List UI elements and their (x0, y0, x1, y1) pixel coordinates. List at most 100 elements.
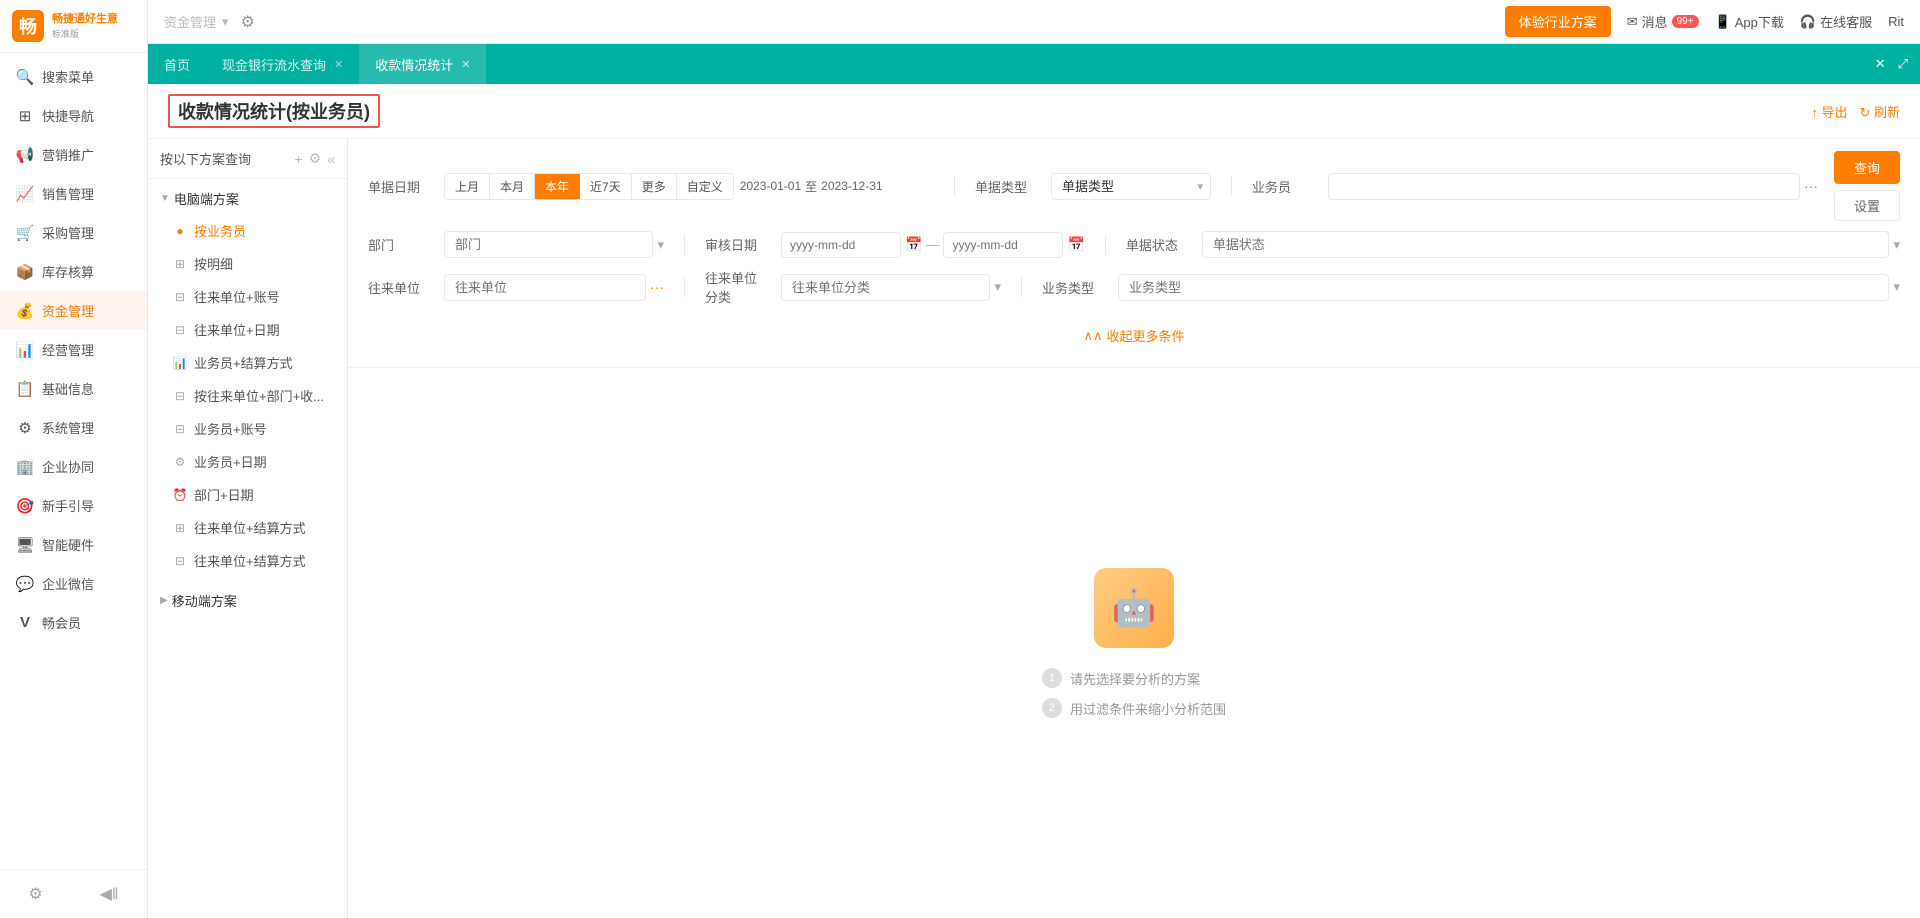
date-tab-this-year[interactable]: 本年 (535, 174, 580, 199)
scheme-item-salesperson-calc[interactable]: 📊 业务员+结算方式 (148, 346, 347, 379)
scheme-item-salesperson-date[interactable]: ⚙ 业务员+日期 (148, 445, 347, 478)
tabbar: 首页 现金银行流水查询 ✕ 收款情况统计 ✕ ✕ ⤢ (148, 44, 1920, 84)
sidebar-item-marketing[interactable]: 📢 营销推广 (0, 135, 147, 174)
scheme-item-unit-dept-receipt[interactable]: ⊟ 按往来单位+部门+收... (148, 379, 347, 412)
sp-account-icon: ⊟ (172, 421, 188, 437)
app-download-btn[interactable]: 📱 App下载 (1715, 12, 1784, 31)
hardware-icon: 🖥 (16, 536, 34, 554)
scheme-group-mobile-title[interactable]: ▶ 移动端方案 (148, 585, 347, 616)
sidebar-item-inventory[interactable]: 📦 库存核算 (0, 252, 147, 291)
tab-home[interactable]: 首页 (148, 44, 206, 84)
dept-input[interactable] (444, 231, 653, 258)
sidebar-item-search-menu[interactable]: 🔍 搜索菜单 (0, 57, 147, 96)
sidebar-item-wechat[interactable]: 💬 企业微信 (0, 564, 147, 603)
tab-receipt-stats-close[interactable]: ✕ (461, 58, 470, 71)
date-filter-control: 上月 本月 本年 近7天 更多 自定义 2023-01-01 至 2023-12… (444, 173, 934, 200)
sidebar-item-label: 智能硬件 (42, 535, 94, 554)
scheme-item-by-salesperson[interactable]: ● 按业务员 (148, 214, 347, 247)
date-tab-this-month[interactable]: 本月 (490, 174, 535, 199)
tabbar-close-icon[interactable]: ✕ (1875, 56, 1886, 72)
date-tab-custom[interactable]: 自定义 (677, 174, 733, 199)
sidebar-item-quick-nav[interactable]: ⊞ 快捷导航 (0, 96, 147, 135)
tabbar-expand-icon[interactable]: ⤢ (1898, 56, 1908, 72)
unit-date-icon: ⊟ (172, 322, 188, 338)
user-avatar[interactable]: Rit (1888, 14, 1904, 29)
sidebar: 畅 畅捷通好生意 标准版 🔍 搜索菜单 ⊞ 快捷导航 📢 营销推广 📈 销售管理… (0, 0, 148, 918)
sidebar-item-enterprise[interactable]: 🏢 企业协同 (0, 447, 147, 486)
panel-collapse-btn[interactable]: « (327, 151, 335, 167)
dept-label: 部门 (368, 235, 428, 254)
beginner-icon: 🎯 (16, 497, 34, 515)
basic-icon: 📋 (16, 380, 34, 398)
sidebar-collapse-icon[interactable]: ◀‖ (94, 878, 125, 910)
scheme-item-by-detail[interactable]: ⊞ 按明细 (148, 247, 347, 280)
tab-receipt-stats[interactable]: 收款情况统计 ✕ (359, 44, 486, 84)
scheme-item-unit-calc1[interactable]: ⊞ 往来单位+结算方式 (148, 511, 347, 544)
sidebar-item-hardware[interactable]: 🖥 智能硬件 (0, 525, 147, 564)
document-type-label: 单据类型 (975, 177, 1035, 196)
main-area: 资金管理 ▾ ⚙ 体验行业方案 ✉ 消息 99+ 📱 App下载 🎧 在线客服 … (148, 0, 1920, 918)
scheme-group-desktop-title[interactable]: ▼ 电脑端方案 (148, 183, 347, 214)
salesperson-more-btn[interactable]: ··· (1804, 178, 1818, 194)
tab-home-label: 首页 (164, 55, 190, 74)
sidebar-settings-icon[interactable]: ⚙ (22, 878, 48, 910)
scheme-item-label: 业务员+账号 (194, 419, 267, 438)
left-panel: 按以下方案查询 + ⚙ « ▼ 电脑端方案 ● 按业务员 ⊞ 按明细 (148, 139, 348, 918)
sidebar-item-label: 基础信息 (42, 379, 94, 398)
sidebar-item-sales[interactable]: 📈 销售管理 (0, 174, 147, 213)
calendar-start-icon[interactable]: 📅 (905, 236, 922, 253)
document-type-select[interactable]: 单据类型 (1051, 173, 1211, 200)
scheme-item-unit-date[interactable]: ⊟ 往来单位+日期 (148, 313, 347, 346)
sidebar-item-purchase[interactable]: 🛒 采购管理 (0, 213, 147, 252)
add-scheme-btn[interactable]: + (294, 151, 302, 167)
online-service-btn[interactable]: 🎧 在线客服 (1800, 12, 1872, 31)
messages-btn[interactable]: ✉ 消息 99+ (1627, 12, 1699, 31)
sidebar-item-label: 采购管理 (42, 223, 94, 242)
scheme-item-unit-calc2[interactable]: ⊟ 往来单位+结算方式 (148, 544, 347, 577)
topbar: 资金管理 ▾ ⚙ 体验行业方案 ✉ 消息 99+ 📱 App下载 🎧 在线客服 … (148, 0, 1920, 44)
sidebar-item-finance[interactable]: 💰 资金管理 (0, 291, 147, 330)
group-label: 电脑端方案 (174, 189, 239, 208)
sidebar-item-operation[interactable]: 📊 经营管理 (0, 330, 147, 369)
review-date-start-input[interactable] (781, 232, 901, 258)
download-icon: 📱 (1715, 14, 1731, 30)
settings-button[interactable]: 设置 (1834, 190, 1900, 221)
sidebar-item-system[interactable]: ⚙ 系统管理 (0, 408, 147, 447)
sidebar-item-basic[interactable]: 📋 基础信息 (0, 369, 147, 408)
scheme-item-salesperson-account[interactable]: ⊟ 业务员+账号 (148, 412, 347, 445)
date-tab-last-month[interactable]: 上月 (445, 174, 490, 199)
sidebar-item-label: 新手引导 (42, 496, 94, 515)
content-area: 按以下方案查询 + ⚙ « ▼ 电脑端方案 ● 按业务员 ⊞ 按明细 (148, 139, 1920, 918)
date-tab-more[interactable]: 更多 (632, 174, 677, 199)
unit-input[interactable] (444, 274, 646, 301)
refresh-btn[interactable]: ↻ 刷新 (1859, 102, 1900, 121)
sidebar-item-member[interactable]: V 畅会员 (0, 603, 147, 642)
topbar-settings-icon[interactable]: ⚙ (241, 12, 255, 32)
salesperson-input[interactable] (1328, 173, 1800, 200)
quick-nav-icon: ⊞ (16, 107, 34, 125)
unit-category-input[interactable] (781, 274, 990, 301)
document-status-input[interactable] (1202, 231, 1890, 258)
unit-more-btn[interactable]: ··· (650, 279, 664, 295)
service-icon: 🎧 (1800, 14, 1816, 30)
sidebar-item-label: 企业微信 (42, 574, 94, 593)
tab-bank-flow[interactable]: 现金银行流水查询 ✕ (206, 44, 359, 84)
sidebar-item-label: 搜索菜单 (42, 67, 94, 86)
empty-step-2: 2 用过滤条件来缩小分析范围 (1042, 698, 1226, 718)
scheme-settings-btn[interactable]: ⚙ (309, 150, 322, 167)
scheme-item-dept-date[interactable]: ⏰ 部门+日期 (148, 478, 347, 511)
collapse-conditions-btn[interactable]: ∧∧ 收起更多条件 (368, 316, 1900, 355)
review-date-label: 审核日期 (705, 235, 765, 254)
export-btn[interactable]: ↑ 导出 (1811, 102, 1847, 121)
business-type-input[interactable] (1118, 274, 1889, 301)
filter-divider-6 (1021, 277, 1022, 297)
review-date-end-input[interactable] (943, 232, 1063, 258)
sidebar-item-beginner[interactable]: 🎯 新手引导 (0, 486, 147, 525)
scheme-item-unit-account[interactable]: ⊟ 往来单位+账号 (148, 280, 347, 313)
query-button[interactable]: 查询 (1834, 151, 1900, 184)
left-panel-title: 按以下方案查询 (160, 149, 288, 168)
date-tab-last7[interactable]: 近7天 (580, 174, 632, 199)
trial-btn[interactable]: 体验行业方案 (1505, 6, 1611, 37)
tab-bank-flow-close[interactable]: ✕ (334, 58, 343, 71)
calendar-end-icon[interactable]: 📅 (1067, 236, 1084, 253)
